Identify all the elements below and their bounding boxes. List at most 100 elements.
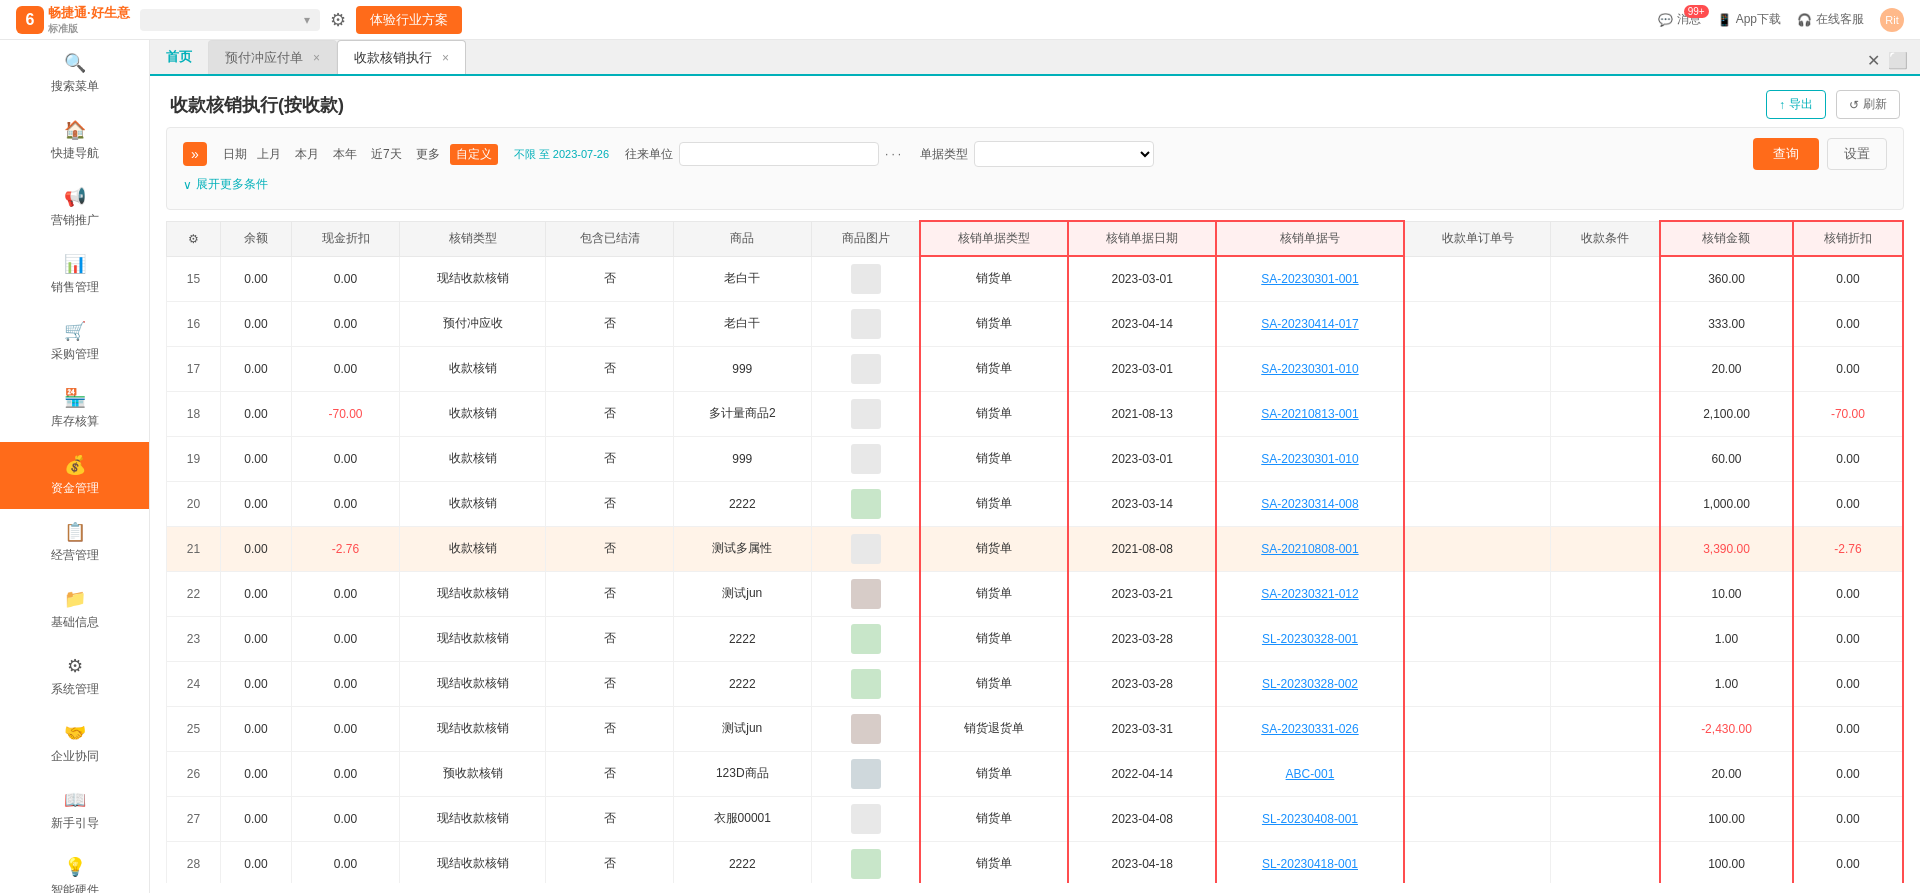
cell-doc-type: 销货单 bbox=[920, 571, 1068, 616]
sidebar-item-marketing[interactable]: 📢 营销推广 bbox=[0, 174, 149, 241]
cell-goods: 2222 bbox=[673, 616, 811, 661]
sidebar-item-label: 智能硬件 bbox=[51, 882, 99, 893]
cell-doc-date: 2023-03-01 bbox=[1068, 346, 1216, 391]
cell-type: 现结收款核销 bbox=[400, 256, 546, 301]
sidebar-item-management[interactable]: 📋 经营管理 bbox=[0, 509, 149, 576]
cell-doc-no[interactable]: SL-20230418-001 bbox=[1216, 841, 1404, 883]
cell-doc-no[interactable]: SA-20230321-012 bbox=[1216, 571, 1404, 616]
settings-button[interactable]: 设置 bbox=[1827, 138, 1887, 170]
settings-icon[interactable]: ⚙ bbox=[330, 9, 346, 31]
cell-num: 23 bbox=[167, 616, 221, 661]
table-row: 28 0.00 0.00 现结收款核销 否 2222 销货单 2023-04-1… bbox=[167, 841, 1904, 883]
cell-doc-no[interactable]: SA-20210813-001 bbox=[1216, 391, 1404, 436]
query-button[interactable]: 查询 bbox=[1753, 138, 1819, 170]
cell-amount: 10.00 bbox=[1660, 571, 1793, 616]
cell-doc-no[interactable]: SL-20230408-001 bbox=[1216, 796, 1404, 841]
sidebar-item-collab[interactable]: 🤝 企业协同 bbox=[0, 710, 149, 777]
cell-amount: 1.00 bbox=[1660, 661, 1793, 706]
top-search-input[interactable] bbox=[140, 9, 320, 31]
cell-order-no bbox=[1404, 706, 1551, 751]
cell-doc-no[interactable]: SA-20230414-017 bbox=[1216, 301, 1404, 346]
marketing-icon: 📢 bbox=[64, 186, 86, 208]
tab-writeoff-label: 收款核销执行 bbox=[354, 49, 432, 67]
cell-balance: 0.00 bbox=[221, 301, 292, 346]
sidebar-item-label: 营销推广 bbox=[51, 212, 99, 229]
cell-included: 否 bbox=[546, 346, 673, 391]
table-row: 24 0.00 0.00 现结收款核销 否 2222 销货单 2023-03-2… bbox=[167, 661, 1904, 706]
export-button[interactable]: ↑ 导出 bbox=[1766, 90, 1826, 119]
sidebar-item-label: 企业协同 bbox=[51, 748, 99, 765]
partner-input[interactable] bbox=[679, 142, 879, 166]
tab-writeoff-close[interactable]: × bbox=[442, 51, 449, 65]
date-opt-more[interactable]: 更多 bbox=[412, 144, 444, 165]
sidebar-item-search[interactable]: 🔍 搜索菜单 bbox=[0, 40, 149, 107]
tab-prepay[interactable]: 预付冲应付单 × bbox=[208, 40, 337, 74]
tab-maximize-btn[interactable]: ⬜ bbox=[1888, 51, 1908, 70]
refresh-button[interactable]: ↺ 刷新 bbox=[1836, 90, 1900, 119]
tab-writeoff[interactable]: 收款核销执行 × bbox=[337, 40, 466, 74]
sidebar-item-hardware[interactable]: 💡 智能硬件 bbox=[0, 844, 149, 893]
doc-type-select[interactable] bbox=[974, 141, 1154, 167]
app-download-item[interactable]: 📱 App下载 bbox=[1717, 11, 1781, 28]
cell-doc-date: 2023-04-14 bbox=[1068, 301, 1216, 346]
sidebar-item-label: 采购管理 bbox=[51, 346, 99, 363]
cell-doc-no[interactable]: SL-20230328-002 bbox=[1216, 661, 1404, 706]
cell-doc-date: 2023-03-28 bbox=[1068, 616, 1216, 661]
cell-goods-img bbox=[811, 706, 920, 751]
col-header-settings[interactable]: ⚙ bbox=[167, 221, 221, 256]
trial-btn[interactable]: 体验行业方案 bbox=[356, 6, 462, 34]
cell-discount: -70.00 bbox=[1793, 391, 1903, 436]
date-opt-custom[interactable]: 自定义 bbox=[450, 144, 498, 165]
filter-partner-item: 往来单位 ··· bbox=[625, 142, 904, 166]
date-opt-last-month[interactable]: 上月 bbox=[253, 144, 285, 165]
cell-order-no bbox=[1404, 391, 1551, 436]
cell-discount: 0.00 bbox=[1793, 301, 1903, 346]
cell-doc-no[interactable]: SA-20230301-010 bbox=[1216, 436, 1404, 481]
cell-type: 现结收款核销 bbox=[400, 796, 546, 841]
cell-cash-discount: 0.00 bbox=[291, 256, 399, 301]
tab-home[interactable]: 首页 bbox=[150, 40, 208, 74]
sidebar-item-inventory[interactable]: 🏪 库存核算 bbox=[0, 375, 149, 442]
main-table: ⚙ 余额 现金折扣 核销类型 包含已结清 商品 商品图片 核销单据类型 核销单据… bbox=[166, 220, 1904, 883]
table-row: 15 0.00 0.00 现结收款核销 否 老白干 销货单 2023-03-01… bbox=[167, 256, 1904, 301]
cell-included: 否 bbox=[546, 301, 673, 346]
cell-type: 收款核销 bbox=[400, 346, 546, 391]
sidebar-item-base-info[interactable]: 📁 基础信息 bbox=[0, 576, 149, 643]
table-row: 19 0.00 0.00 收款核销 否 999 销货单 2023-03-01 S… bbox=[167, 436, 1904, 481]
sidebar-item-purchase[interactable]: 🛒 采购管理 bbox=[0, 308, 149, 375]
cell-balance: 0.00 bbox=[221, 751, 292, 796]
cell-doc-no[interactable]: SA-20210808-001 bbox=[1216, 526, 1404, 571]
sidebar-item-system[interactable]: ⚙ 系统管理 bbox=[0, 643, 149, 710]
cell-included: 否 bbox=[546, 571, 673, 616]
cell-doc-no[interactable]: SA-20230301-001 bbox=[1216, 256, 1404, 301]
tab-close-btn[interactable]: ✕ bbox=[1867, 51, 1880, 70]
sidebar-item-sales[interactable]: 📊 销售管理 bbox=[0, 241, 149, 308]
sidebar-item-finance[interactable]: 💰 资金管理 bbox=[0, 442, 149, 509]
cell-payment-terms bbox=[1551, 481, 1660, 526]
notification-item[interactable]: 💬 消息 99+ bbox=[1658, 11, 1701, 28]
cell-doc-no[interactable]: SA-20230314-008 bbox=[1216, 481, 1404, 526]
date-opt-7days[interactable]: 近7天 bbox=[367, 144, 406, 165]
col-header-included: 包含已结清 bbox=[546, 221, 673, 256]
cell-doc-no[interactable]: SA-20230331-026 bbox=[1216, 706, 1404, 751]
cell-doc-no[interactable]: SL-20230328-001 bbox=[1216, 616, 1404, 661]
online-service-item[interactable]: 🎧 在线客服 bbox=[1797, 11, 1864, 28]
cell-discount: 0.00 bbox=[1793, 706, 1903, 751]
cell-cash-discount: 0.00 bbox=[291, 571, 399, 616]
sidebar-item-nav[interactable]: 🏠 快捷导航 bbox=[0, 107, 149, 174]
expand-more-btn[interactable]: ∨ 展开更多条件 bbox=[183, 176, 1887, 193]
sidebar-item-guide[interactable]: 📖 新手引导 bbox=[0, 777, 149, 844]
cell-num: 18 bbox=[167, 391, 221, 436]
cell-doc-no[interactable]: ABC-001 bbox=[1216, 751, 1404, 796]
page-title: 收款核销执行(按收款) bbox=[170, 93, 344, 117]
date-opt-this-year[interactable]: 本年 bbox=[329, 144, 361, 165]
date-opt-this-month[interactable]: 本月 bbox=[291, 144, 323, 165]
cell-doc-date: 2022-04-14 bbox=[1068, 751, 1216, 796]
cell-amount: 100.00 bbox=[1660, 796, 1793, 841]
cell-order-no bbox=[1404, 841, 1551, 883]
cell-doc-no[interactable]: SA-20230301-010 bbox=[1216, 346, 1404, 391]
filter-expand-btn[interactable]: » bbox=[183, 142, 207, 166]
filter-date-item: 日期 上月 本月 本年 近7天 更多 自定义 bbox=[223, 144, 498, 165]
tab-prepay-close[interactable]: × bbox=[313, 51, 320, 65]
user-avatar[interactable]: Rit bbox=[1880, 8, 1904, 32]
